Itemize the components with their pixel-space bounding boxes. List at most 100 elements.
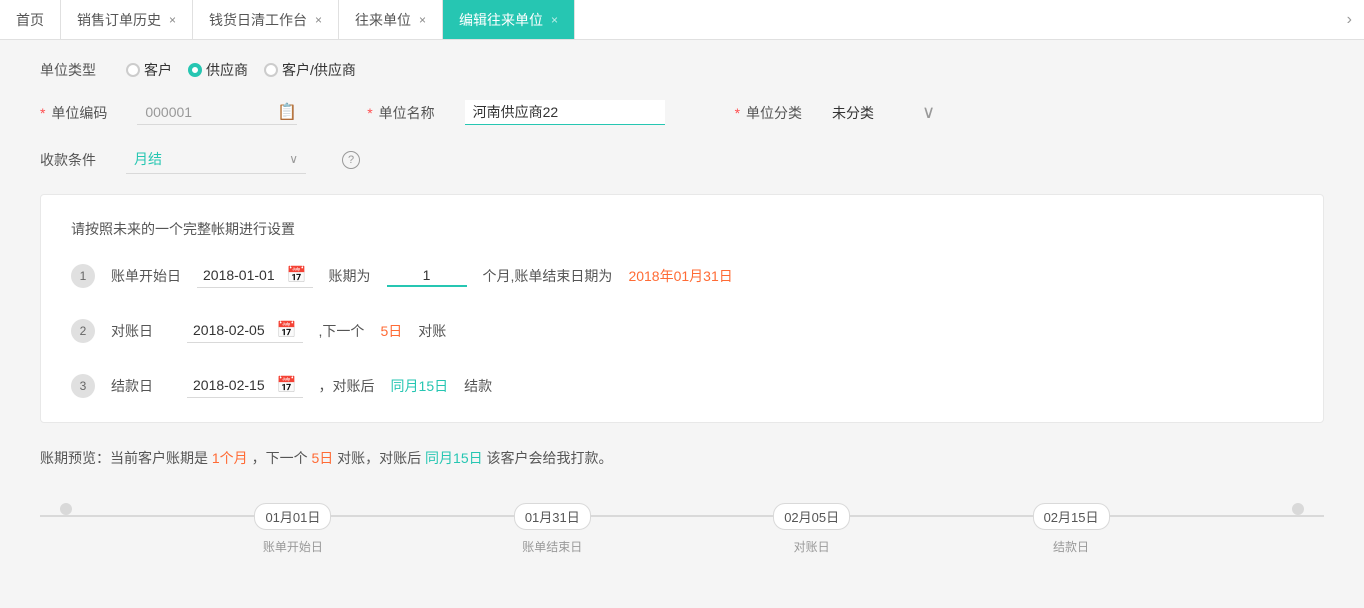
radio-customer-circle <box>126 63 140 77</box>
timeline-wrapper: 01月01日 账单开始日 01月31日 账单结束日 02月05日 对账日 02月… <box>40 493 1324 565</box>
tab-edit-partner-label: 编辑往来单位 <box>459 10 543 30</box>
tab-home[interactable]: 首页 <box>0 0 61 39</box>
code-required-star: * <box>40 105 45 121</box>
classify-label: * 单位分类 <box>735 103 802 123</box>
classify-dropdown[interactable]: 未分类 ∨ <box>832 102 935 123</box>
payment-row: 收款条件 月结 ∨ ? <box>40 145 1324 174</box>
name-label: * 单位名称 <box>367 103 434 123</box>
payment-help-icon[interactable]: ? <box>342 151 360 169</box>
timeline-points: 01月01日 账单开始日 01月31日 账单结束日 02月05日 对账日 02月… <box>60 503 1304 555</box>
settings-box: 请按照未来的一个完整帐期进行设置 1 账单开始日 2018-01-01 📅 账期… <box>40 194 1324 423</box>
reconcile-highlight: 5日 <box>380 321 402 341</box>
preview-mid2: 对账，对账后 <box>337 450 421 466</box>
preview-part1: 1个月 <box>212 450 248 466</box>
code-calendar-icon[interactable]: 📋 <box>277 102 297 122</box>
tab-partners[interactable]: 往来单位 × <box>339 0 443 39</box>
reconcile-suffix: 对账 <box>418 321 446 341</box>
tab-cash-work-label: 钱货日清工作台 <box>209 10 307 30</box>
reconcile-prefix: ,下一个 <box>319 321 365 341</box>
code-input[interactable] <box>137 100 277 124</box>
timeline-badge-3: 02月15日 <box>1033 503 1110 530</box>
tab-home-label: 首页 <box>16 10 44 30</box>
unit-type-row: 单位类型 客户 供应商 客户/供应商 <box>40 60 1324 80</box>
main-content: 单位类型 客户 供应商 客户/供应商 * 单位编码 📋 * <box>0 40 1364 608</box>
payment-date-calendar-icon[interactable]: 📅 <box>277 375 297 395</box>
preview-text: 账期预览：当前客户账期是 1个月 ，下一个 5日 对账，对账后 同月15日 该客… <box>40 447 1324 469</box>
payment-dropdown[interactable]: 月结 ∨ <box>126 145 306 174</box>
payment-value: 月结 <box>134 149 289 169</box>
payment-date-text: 2018-02-15 <box>193 377 265 393</box>
timeline-start-anchor <box>60 503 72 515</box>
timeline-badge-0: 01月01日 <box>254 503 331 530</box>
timeline-label-2: 对账日 <box>794 538 830 555</box>
payment-prefix: ，对账后 <box>319 376 375 396</box>
setting-num-1: 1 <box>71 264 95 288</box>
classify-chevron-down-icon: ∨ <box>922 102 935 123</box>
start-date-field: 2018-01-01 📅 <box>197 263 313 288</box>
code-name-classify-row: * 单位编码 📋 * 单位名称 * 单位分类 未分类 ∨ <box>40 100 1324 125</box>
preview-prefix: 账期预览：当前客户账期是 <box>40 450 208 466</box>
radio-both-circle <box>264 63 278 77</box>
preview-mid1: ，下一个 <box>252 450 308 466</box>
setting-label-2: 对账日 <box>111 321 171 341</box>
radio-both-label: 客户/供应商 <box>282 60 356 80</box>
reconcile-date-calendar-icon[interactable]: 📅 <box>277 320 297 340</box>
timeline-point-end-dot <box>1292 503 1304 515</box>
radio-supplier[interactable]: 供应商 <box>188 60 248 80</box>
start-date-calendar-icon[interactable]: 📅 <box>287 265 307 285</box>
setting-row-2: 2 对账日 2018-02-05 📅 ,下一个 5日 对账 <box>71 318 1293 343</box>
setting-label-1: 账单开始日 <box>111 266 181 286</box>
setting-num-3: 3 <box>71 374 95 398</box>
name-input[interactable] <box>465 100 665 125</box>
tab-sales-history-label: 销售订单历史 <box>77 10 161 30</box>
tabs-bar: 首页 销售订单历史 × 钱货日清工作台 × 往来单位 × 编辑往来单位 × › <box>0 0 1364 40</box>
tab-cash-work[interactable]: 钱货日清工作台 × <box>193 0 339 39</box>
timeline-label-0: 账单开始日 <box>263 538 323 555</box>
period-end-date: 2018年01月31日 <box>628 266 732 286</box>
timeline-point-start-dot <box>60 503 72 515</box>
period-unit: 个月,账单结束日期为 <box>483 266 613 286</box>
radio-both[interactable]: 客户/供应商 <box>264 60 356 80</box>
payment-date-field: 2018-02-15 📅 <box>187 373 303 398</box>
reconcile-date-field: 2018-02-05 📅 <box>187 318 303 343</box>
tab-sales-history-close[interactable]: × <box>169 13 176 27</box>
timeline-point-3: 02月15日 结款日 <box>1033 503 1110 555</box>
timeline-label-1: 账单结束日 <box>522 538 582 555</box>
tab-expand-button[interactable]: › <box>1335 0 1364 39</box>
reconcile-date-text: 2018-02-05 <box>193 322 265 338</box>
preview-suffix: 该客户会给我打款。 <box>487 450 613 466</box>
period-input[interactable] <box>387 265 467 287</box>
classify-value: 未分类 <box>832 103 874 123</box>
payment-label: 收款条件 <box>40 150 96 170</box>
timeline-point-1: 01月31日 账单结束日 <box>514 503 591 555</box>
timeline-point-2: 02月05日 对账日 <box>773 503 850 555</box>
tab-sales-history[interactable]: 销售订单历史 × <box>61 0 193 39</box>
timeline-point-0: 01月01日 账单开始日 <box>254 503 331 555</box>
setting-row-1: 1 账单开始日 2018-01-01 📅 账期为 个月,账单结束日期为 2018… <box>71 263 1293 288</box>
start-date-text: 2018-01-01 <box>203 267 275 283</box>
code-label: * 单位编码 <box>40 103 107 123</box>
unit-type-label: 单位类型 <box>40 60 96 80</box>
payment-highlight: 同月15日 <box>391 376 449 396</box>
timeline-badge-2: 02月05日 <box>773 503 850 530</box>
tab-edit-partner-close[interactable]: × <box>551 13 558 27</box>
classify-required-star: * <box>735 105 740 121</box>
payment-suffix: 结款 <box>464 376 492 396</box>
settings-title: 请按照未来的一个完整帐期进行设置 <box>71 219 1293 239</box>
radio-supplier-circle <box>188 63 202 77</box>
name-required-star: * <box>367 105 372 121</box>
tab-partners-label: 往来单位 <box>355 10 411 30</box>
radio-customer[interactable]: 客户 <box>126 60 172 80</box>
setting-label-3: 结款日 <box>111 376 171 396</box>
radio-supplier-label: 供应商 <box>206 60 248 80</box>
payment-chevron-down-icon: ∨ <box>289 152 298 166</box>
period-label: 账期为 <box>329 266 371 286</box>
tab-partners-close[interactable]: × <box>419 13 426 27</box>
radio-customer-label: 客户 <box>144 60 172 80</box>
tab-cash-work-close[interactable]: × <box>315 13 322 27</box>
radio-group-unit-type: 客户 供应商 客户/供应商 <box>126 60 356 80</box>
code-input-group: 📋 <box>137 100 297 125</box>
preview-part2: 5日 <box>311 450 333 466</box>
tab-edit-partner[interactable]: 编辑往来单位 × <box>443 0 575 39</box>
setting-num-2: 2 <box>71 319 95 343</box>
